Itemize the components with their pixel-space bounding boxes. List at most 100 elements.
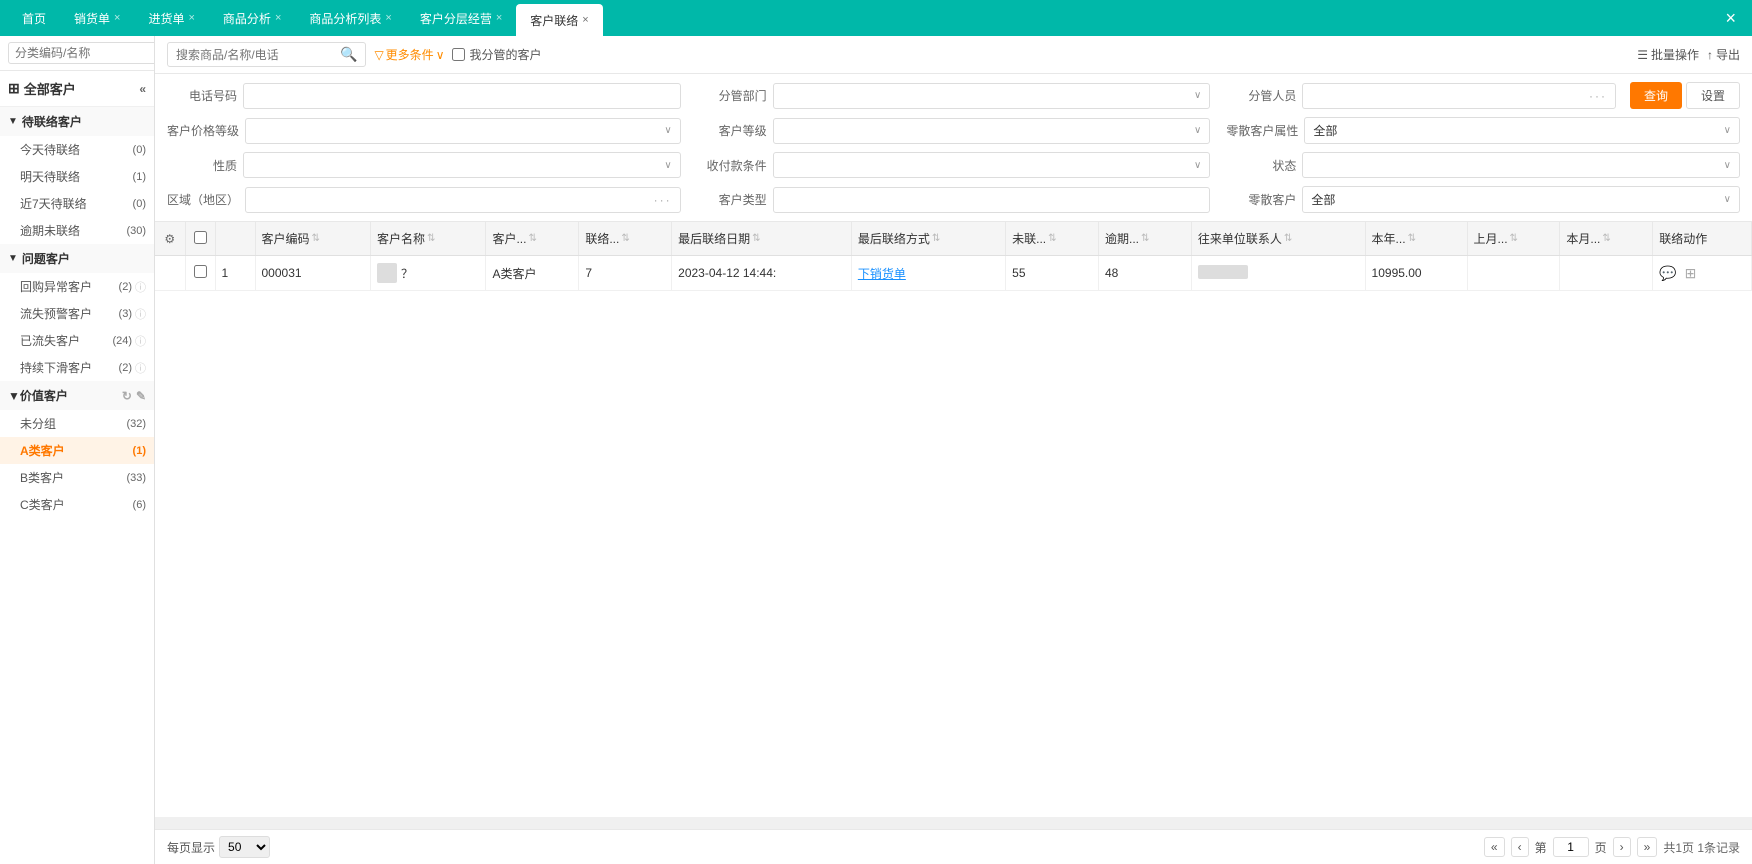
nav-product-analysis-close[interactable]: × xyxy=(275,12,281,24)
sidebar-item-declining[interactable]: 持续下滑客户 (2) ⓘ xyxy=(0,354,154,381)
table-col-code[interactable]: 客户编码⇅ xyxy=(255,222,370,256)
horizontal-scrollbar[interactable] xyxy=(155,817,1752,829)
sidebar-group-pending[interactable]: ▼ 待联络客户 xyxy=(0,107,154,136)
sidebar-group-value[interactable]: ▼ 价值客户 ↻ ✎ xyxy=(0,381,154,410)
nav-purchase-close[interactable]: × xyxy=(188,12,194,24)
sidebar: 🔍 ⊞ 全部客户 « ▼ 待联络客户 今天待联络 (0) 明天待联络 (1) 近… xyxy=(0,36,155,864)
query-button[interactable]: 查询 xyxy=(1630,82,1682,109)
table-col-uncontacted[interactable]: 未联...⇅ xyxy=(1006,222,1099,256)
dept-dropdown[interactable]: ∨ xyxy=(773,83,1211,109)
edit-icon[interactable]: ✎ xyxy=(136,389,146,403)
filter-row-payment: 收付款条件 ∨ xyxy=(697,152,1211,178)
sidebar-item-a-class[interactable]: A类客户 (1) xyxy=(0,437,154,464)
nav-customer-contact[interactable]: 客户联络 × xyxy=(516,4,602,36)
customer-level-dropdown[interactable]: ∨ xyxy=(773,118,1211,144)
refresh-icon[interactable]: ↻ xyxy=(122,389,132,403)
filter-search-input[interactable] xyxy=(176,48,336,62)
row-gear xyxy=(155,256,185,291)
more-conditions-btn[interactable]: ▽ 更多条件 ∨ xyxy=(374,46,444,63)
table-col-name[interactable]: 客户名称⇅ xyxy=(370,222,485,256)
filter-row-person: 分管人员 ··· 查询 设置 xyxy=(1226,82,1740,109)
table-col-unit-contact[interactable]: 往来单位联系人⇅ xyxy=(1191,222,1365,256)
nature-dropdown[interactable]: ∨ xyxy=(243,152,681,178)
filter-row-retail-attr: 零散客户属性 全部∨ xyxy=(1226,117,1740,144)
sidebar-item-ungrouped[interactable]: 未分组 (32) xyxy=(0,410,154,437)
row-code: 000031 xyxy=(255,256,370,291)
phone-input[interactable] xyxy=(243,83,681,109)
nav-sales[interactable]: 销货单 × xyxy=(60,0,134,36)
sidebar-search-input[interactable] xyxy=(8,42,155,64)
row-checkbox-cell[interactable] xyxy=(185,256,215,291)
filter-search-icon[interactable]: 🔍 xyxy=(340,46,357,63)
grid-action-icon[interactable]: ⊞ xyxy=(1685,265,1697,282)
nav-product-list-close[interactable]: × xyxy=(385,12,391,24)
row-seq: 1 xyxy=(215,256,255,291)
info-icon: ⓘ xyxy=(135,306,146,322)
customer-type-input[interactable] xyxy=(773,187,1211,213)
nav-purchase[interactable]: 进货单 × xyxy=(134,0,208,36)
table-col-contact[interactable]: 联络...⇅ xyxy=(579,222,672,256)
nav-home[interactable]: 首页 xyxy=(8,0,60,36)
row-last-month xyxy=(1467,256,1560,291)
table-col-this-month[interactable]: 本月...⇅ xyxy=(1560,222,1653,256)
person-input[interactable]: ··· xyxy=(1302,83,1616,109)
next-page-button[interactable]: › xyxy=(1613,837,1631,857)
nav-customer-segment-close[interactable]: × xyxy=(496,12,502,24)
table-col-overdue[interactable]: 逾期...⇅ xyxy=(1098,222,1191,256)
table-col-last-month[interactable]: 上月...⇅ xyxy=(1467,222,1560,256)
payment-dropdown[interactable]: ∨ xyxy=(773,152,1211,178)
batch-op-button[interactable]: ☰ 批量操作 xyxy=(1637,46,1699,63)
first-page-button[interactable]: « xyxy=(1484,837,1505,857)
last-page-button[interactable]: » xyxy=(1637,837,1658,857)
nav-product-analysis[interactable]: 商品分析 × xyxy=(209,0,295,36)
table-col-last-method[interactable]: 最后联络方式⇅ xyxy=(851,222,1005,256)
table-col-type[interactable]: 客户...⇅ xyxy=(486,222,579,256)
retail-customer-dropdown[interactable]: 全部∨ xyxy=(1302,186,1740,213)
sidebar-item-7days[interactable]: 近7天待联络 (0) xyxy=(0,190,154,217)
filter-row-price-level: 客户价格等级 ∨ xyxy=(167,117,681,144)
export-button[interactable]: ↑ 导出 xyxy=(1707,46,1740,63)
nav-customer-contact-close[interactable]: × xyxy=(582,14,588,26)
filter-row-phone: 电话号码 xyxy=(167,82,681,109)
row-avatar xyxy=(377,263,397,283)
nav-customer-segment[interactable]: 客户分层经营 × xyxy=(406,0,516,36)
price-level-dropdown[interactable]: ∨ xyxy=(245,118,681,144)
page-number-input[interactable] xyxy=(1553,837,1589,857)
region-input[interactable]: ··· xyxy=(245,187,681,213)
table-settings-col[interactable]: ⚙ xyxy=(155,222,185,256)
my-customers-checkbox-label[interactable]: 我分管的客户 xyxy=(452,46,541,63)
status-dropdown[interactable]: ∨ xyxy=(1302,152,1740,178)
table-col-last-date[interactable]: 最后联络日期⇅ xyxy=(672,222,852,256)
sidebar-item-tomorrow[interactable]: 明天待联络 (1) xyxy=(0,163,154,190)
table-col-this-year[interactable]: 本年...⇅ xyxy=(1365,222,1467,256)
my-customers-checkbox[interactable] xyxy=(452,48,465,61)
sidebar-item-today[interactable]: 今天待联络 (0) xyxy=(0,136,154,163)
prev-page-button[interactable]: ‹ xyxy=(1511,837,1529,857)
row-last-method[interactable]: 下销货单 xyxy=(851,256,1005,291)
settings-button[interactable]: 设置 xyxy=(1686,82,1740,109)
filter-row-customer-level: 客户等级 ∨ xyxy=(697,117,1211,144)
table-check-all-col[interactable] xyxy=(185,222,215,256)
nav-sales-close[interactable]: × xyxy=(114,12,120,24)
window-close-button[interactable]: × xyxy=(1717,8,1744,29)
sidebar-all-customers[interactable]: ⊞ 全部客户 « xyxy=(0,71,154,107)
sidebar-item-repurchase-anomaly[interactable]: 回购异常客户 (2) ⓘ xyxy=(0,273,154,300)
sidebar-item-churned[interactable]: 已流失客户 (24) ⓘ xyxy=(0,327,154,354)
comment-action-icon[interactable]: 💬 xyxy=(1659,265,1676,282)
sidebar-item-b-class[interactable]: B类客户 (33) xyxy=(0,464,154,491)
sidebar-item-overdue[interactable]: 逾期未联络 (30) xyxy=(0,217,154,244)
row-checkbox[interactable] xyxy=(194,265,207,278)
retail-attr-dropdown[interactable]: 全部∨ xyxy=(1304,117,1740,144)
customer-table: ⚙ 客户编码⇅ 客户名称⇅ 客户...⇅ xyxy=(155,222,1752,291)
per-page-select[interactable]: 50 100 200 xyxy=(219,836,270,858)
info-icon: ⓘ xyxy=(135,360,146,376)
sidebar-item-churn-warning[interactable]: 流失预警客户 (3) ⓘ xyxy=(0,300,154,327)
row-type: A类客户 xyxy=(486,256,579,291)
select-all-checkbox[interactable] xyxy=(194,231,207,244)
row-this-year: 10995.00 xyxy=(1365,256,1467,291)
nav-product-list[interactable]: 商品分析列表 × xyxy=(295,0,405,36)
sidebar-item-c-class[interactable]: C类客户 (6) xyxy=(0,491,154,518)
sidebar-collapse-icon[interactable]: « xyxy=(139,82,146,96)
info-icon: ⓘ xyxy=(135,333,146,349)
sidebar-group-problem[interactable]: ▼ 问题客户 xyxy=(0,244,154,273)
